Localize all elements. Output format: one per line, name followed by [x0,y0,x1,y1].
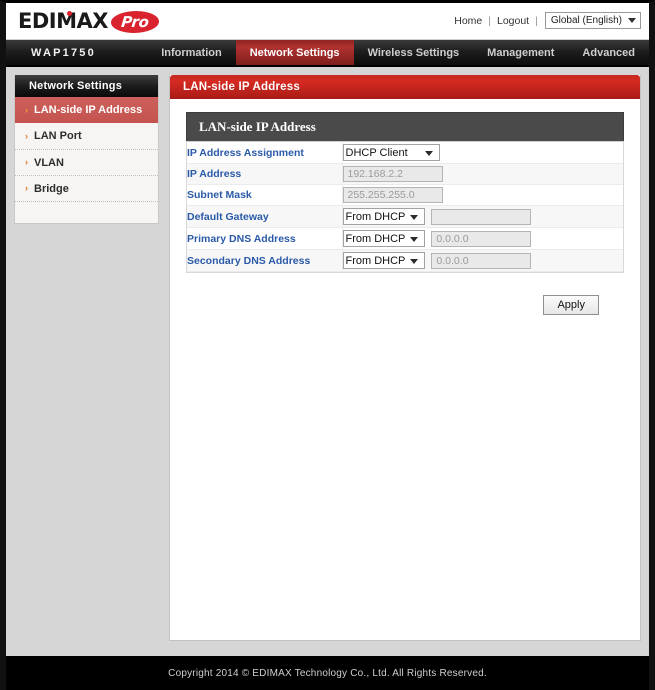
row-extra-cell [542,249,623,272]
label-ip-address: IP Address [187,163,343,185]
row-extra-cell [542,163,623,185]
header-utility-nav: Home | Logout | Global (English) [450,12,641,29]
content-panel: LAN-side IP Address LAN-side IP Address … [169,75,641,641]
label-secondary-dns-address: Secondary DNS Address [187,249,343,272]
table-row: Default Gateway From DHCP User-Defined [187,205,623,228]
logo-accent-dot [67,11,72,16]
row-extra-cell [542,184,623,206]
chevron-right-icon: › [25,183,28,193]
logo-pro-badge: Pro [109,11,161,33]
ip-address-assignment-select[interactable]: DHCP Client Static IP [342,144,440,161]
home-link[interactable]: Home [450,15,486,27]
row-extra-cell [542,142,623,164]
logo-pro-text: Pro [120,13,150,31]
primary-dns-input[interactable] [431,230,532,247]
chevron-right-icon: › [25,157,28,167]
tab-advanced[interactable]: Advanced [568,40,649,65]
language-selector-value: Global (English) [550,15,622,26]
device-model-label: WAP1750 [31,46,96,59]
table-row: Primary DNS Address From DHCP User-Defin… [187,227,623,250]
header-separator-1: | [488,14,491,27]
tab-information[interactable]: Information [147,40,236,65]
sidebar-filler [15,201,158,223]
chevron-down-icon [628,18,636,23]
edimax-pro-logo: EDIMAX Pro [18,9,161,35]
sidebar-item-label: Bridge [34,182,69,195]
default-gateway-input[interactable] [431,208,532,225]
label-default-gateway: Default Gateway [187,205,343,228]
table-row: Subnet Mask [187,184,623,206]
label-subnet-mask: Subnet Mask [187,184,343,206]
form-actions: Apply [186,273,624,315]
panel-title: LAN-side IP Address [170,75,640,99]
settings-form: IP Address Assignment DHCP Client Static… [186,141,624,273]
sidebar-item-lan-side-ip-address[interactable]: › LAN-side IP Address [15,97,158,123]
panel-inner: LAN-side IP Address IP Address Assignmen… [170,99,640,315]
table-row: IP Address Assignment DHCP Client Static… [187,142,623,164]
sidebar: Network Settings › LAN-side IP Address ›… [14,75,159,224]
sidebar-item-bridge[interactable]: › Bridge [15,175,158,201]
chevron-right-icon: › [25,104,28,115]
ip-address-input[interactable] [342,166,443,182]
page-footer: Copyright 2014 © EDIMAX Technology Co., … [6,656,649,690]
tab-network-settings[interactable]: Network Settings [235,40,354,65]
secondary-dns-input[interactable] [431,252,532,269]
label-ip-address-assignment: IP Address Assignment [187,142,343,164]
header-separator-2: | [535,14,538,27]
secondary-dns-select[interactable]: From DHCP User-Defined [342,252,425,269]
router-admin-page: EDIMAX Pro Home | Logout | Global (Engli… [0,0,655,690]
table-row: Secondary DNS Address From DHCP User-Def… [187,249,623,272]
section-header: LAN-side IP Address [186,112,624,141]
chevron-right-icon: › [25,130,28,141]
default-gateway-select[interactable]: From DHCP User-Defined [342,208,425,225]
sidebar-item-lan-port[interactable]: › LAN Port [15,123,158,149]
sel-wrap: From DHCP User-Defined [342,208,425,225]
page-body: Network Settings › LAN-side IP Address ›… [6,67,649,650]
sel-wrap: DHCP Client Static IP [342,144,440,161]
label-primary-dns-address: Primary DNS Address [187,227,343,250]
sidebar-item-label: LAN-side IP Address [34,104,143,116]
page-header: EDIMAX Pro Home | Logout | Global (Engli… [6,3,649,40]
primary-dns-select[interactable]: From DHCP User-Defined [342,230,425,247]
sidebar-item-vlan[interactable]: › VLAN [15,149,158,175]
copyright-text: Copyright 2014 © EDIMAX Technology Co., … [168,667,487,679]
row-extra-cell [542,227,623,250]
language-selector[interactable]: Global (English) [544,12,641,29]
tab-wireless-settings[interactable]: Wireless Settings [354,40,474,65]
subnet-mask-input[interactable] [342,187,443,203]
sidebar-item-label: VLAN [34,156,64,169]
settings-table: IP Address Assignment DHCP Client Static… [187,142,623,272]
table-row: IP Address [187,163,623,185]
row-extra-cell [542,205,623,228]
apply-button[interactable]: Apply [543,295,599,315]
sel-wrap: From DHCP User-Defined [342,230,425,247]
tab-management[interactable]: Management [473,40,568,65]
logo-wordmark: EDIMAX [18,9,108,33]
logout-link[interactable]: Logout [493,15,533,27]
main-navigation: WAP1750 Information Network Settings Wir… [6,40,649,67]
sidebar-title: Network Settings [15,75,158,97]
sel-wrap: From DHCP User-Defined [342,252,425,269]
sidebar-item-label: LAN Port [34,130,82,142]
